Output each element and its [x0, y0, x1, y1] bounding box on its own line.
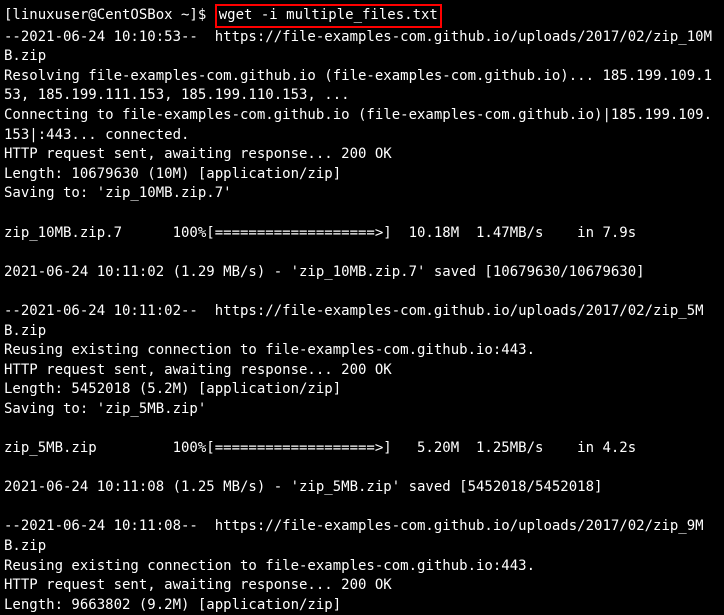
terminal-output[interactable]: [linuxuser@CentOSBox ~]$ wget -i multipl… — [4, 4, 720, 615]
command-highlight: wget -i multiple_files.txt — [215, 4, 442, 28]
shell-prompt: [linuxuser@CentOSBox ~]$ — [4, 7, 215, 23]
output-lines: --2021-06-24 10:10:53-- https://file-exa… — [4, 29, 712, 613]
